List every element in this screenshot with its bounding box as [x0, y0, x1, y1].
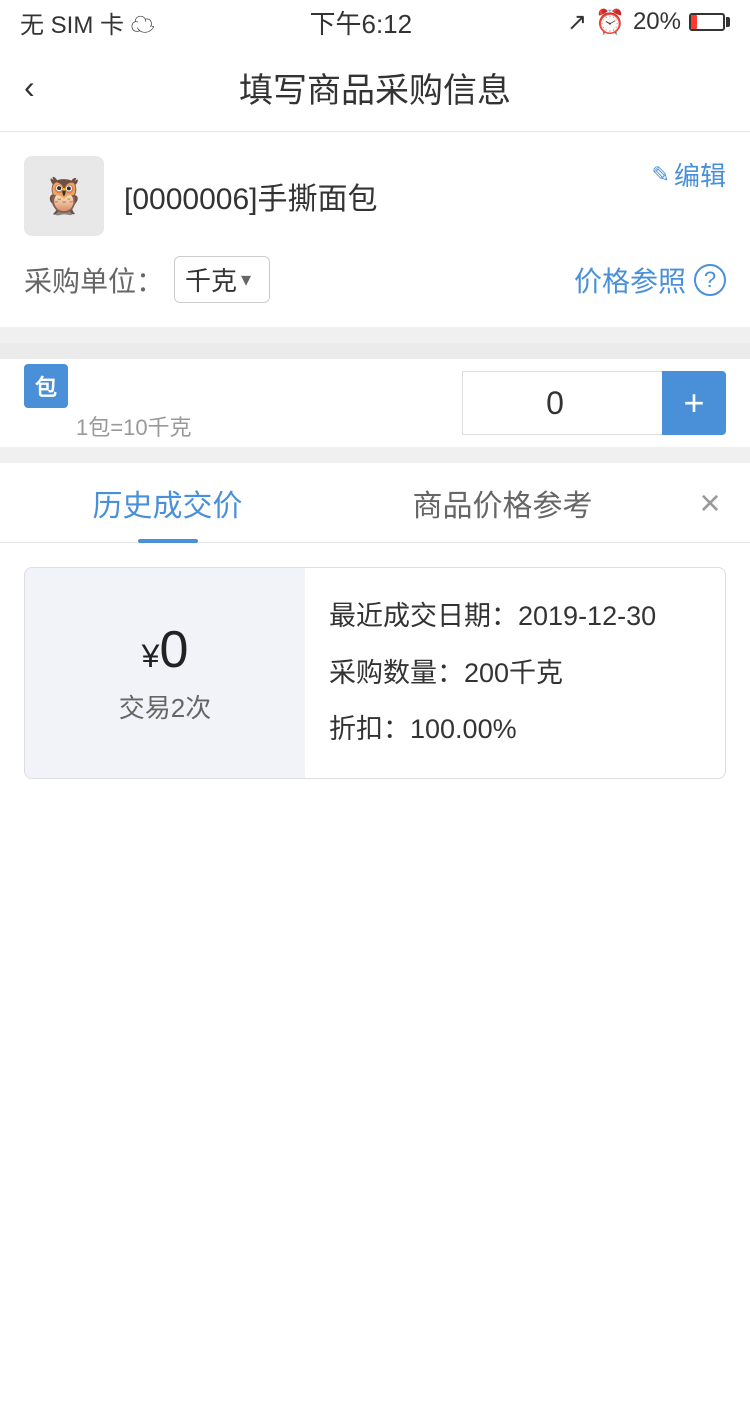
back-button[interactable]: ‹: [24, 69, 35, 106]
status-time: 下午6:12: [310, 4, 413, 41]
quantity-input-wrap: +: [462, 371, 726, 435]
status-bar: 无 SIM 卡 ☁ 下午6:12 ↗ ⏰ 20%: [0, 0, 750, 44]
tab-close-button[interactable]: ×: [670, 463, 750, 543]
tabs-bar: 历史成交价 商品价格参考 ×: [0, 463, 750, 543]
product-unit-row: 采购单位： 千克 ▾ 价格参照 ?: [24, 256, 726, 303]
price-card: ¥0 交易2次 最近成交日期：2019-12-30 采购数量：200千克 折扣：…: [24, 567, 726, 779]
price-card-right: 最近成交日期：2019-12-30 采购数量：200千克 折扣：100.00%: [305, 568, 725, 778]
quantity-row: 包 1包=10千克 +: [0, 359, 750, 447]
sim-label: 无 SIM 卡 ☁: [20, 5, 155, 40]
discount-row: 折扣：100.00%: [329, 709, 701, 750]
location-icon: ↗: [567, 8, 587, 37]
product-section: 🦉 [0000006]手撕面包 ✎ 编辑 采购单位： 千克 ▾ 价格参照 ?: [0, 132, 750, 327]
help-icon: ?: [694, 264, 726, 296]
unit-select-dropdown[interactable]: 千克 ▾: [174, 256, 270, 303]
page-title: 填写商品采购信息: [239, 63, 511, 112]
battery-icon: [689, 13, 730, 31]
product-header: 🦉 [0000006]手撕面包 ✎ 编辑: [24, 156, 726, 236]
alarm-icon: ⏰: [595, 8, 625, 37]
unit-label: 采购单位： 千克 ▾: [24, 256, 270, 303]
dropdown-arrow-icon: ▾: [241, 267, 251, 292]
price-card-left: ¥0 交易2次: [25, 568, 305, 778]
product-thumbnail: 🦉: [24, 156, 104, 236]
unit-conversion: 1包=10千克: [76, 410, 192, 442]
quantity-plus-button[interactable]: +: [662, 371, 726, 435]
transaction-count: 交易2次: [119, 688, 211, 725]
recent-date-row: 最近成交日期：2019-12-30: [329, 596, 701, 637]
status-right: ↗ ⏰ 20%: [567, 8, 730, 37]
tab-price-reference[interactable]: 商品价格参考: [335, 463, 670, 543]
page-rest: [0, 803, 750, 1403]
tab-history-price[interactable]: 历史成交价: [0, 463, 335, 543]
currency-symbol: ¥: [142, 638, 160, 674]
battery-percent: 20%: [633, 8, 681, 36]
nav-bar: ‹ 填写商品采购信息: [0, 44, 750, 132]
purchase-quantity-row: 采购数量：200千克: [329, 653, 701, 694]
price-reference-button[interactable]: 价格参照 ?: [574, 260, 726, 300]
quantity-input[interactable]: [462, 371, 662, 435]
unit-icon: 包: [24, 364, 68, 408]
price-amount: ¥0: [142, 620, 189, 680]
quantity-label: 包: [24, 364, 192, 408]
product-left: 🦉 [0000006]手撕面包: [24, 156, 377, 236]
product-name: [0000006]手撕面包: [124, 174, 377, 218]
quantity-label-wrap: 包 1包=10千克: [24, 364, 192, 442]
edit-button[interactable]: ✎ 编辑: [652, 156, 726, 193]
edit-icon: ✎: [652, 162, 670, 188]
tabs-section: 历史成交价 商品价格参考 × ¥0 交易2次 最近成交日期：2019-12-30…: [0, 463, 750, 1403]
divider: [0, 343, 750, 359]
product-icon: 🦉: [42, 175, 87, 217]
status-left: 无 SIM 卡 ☁: [20, 5, 155, 40]
